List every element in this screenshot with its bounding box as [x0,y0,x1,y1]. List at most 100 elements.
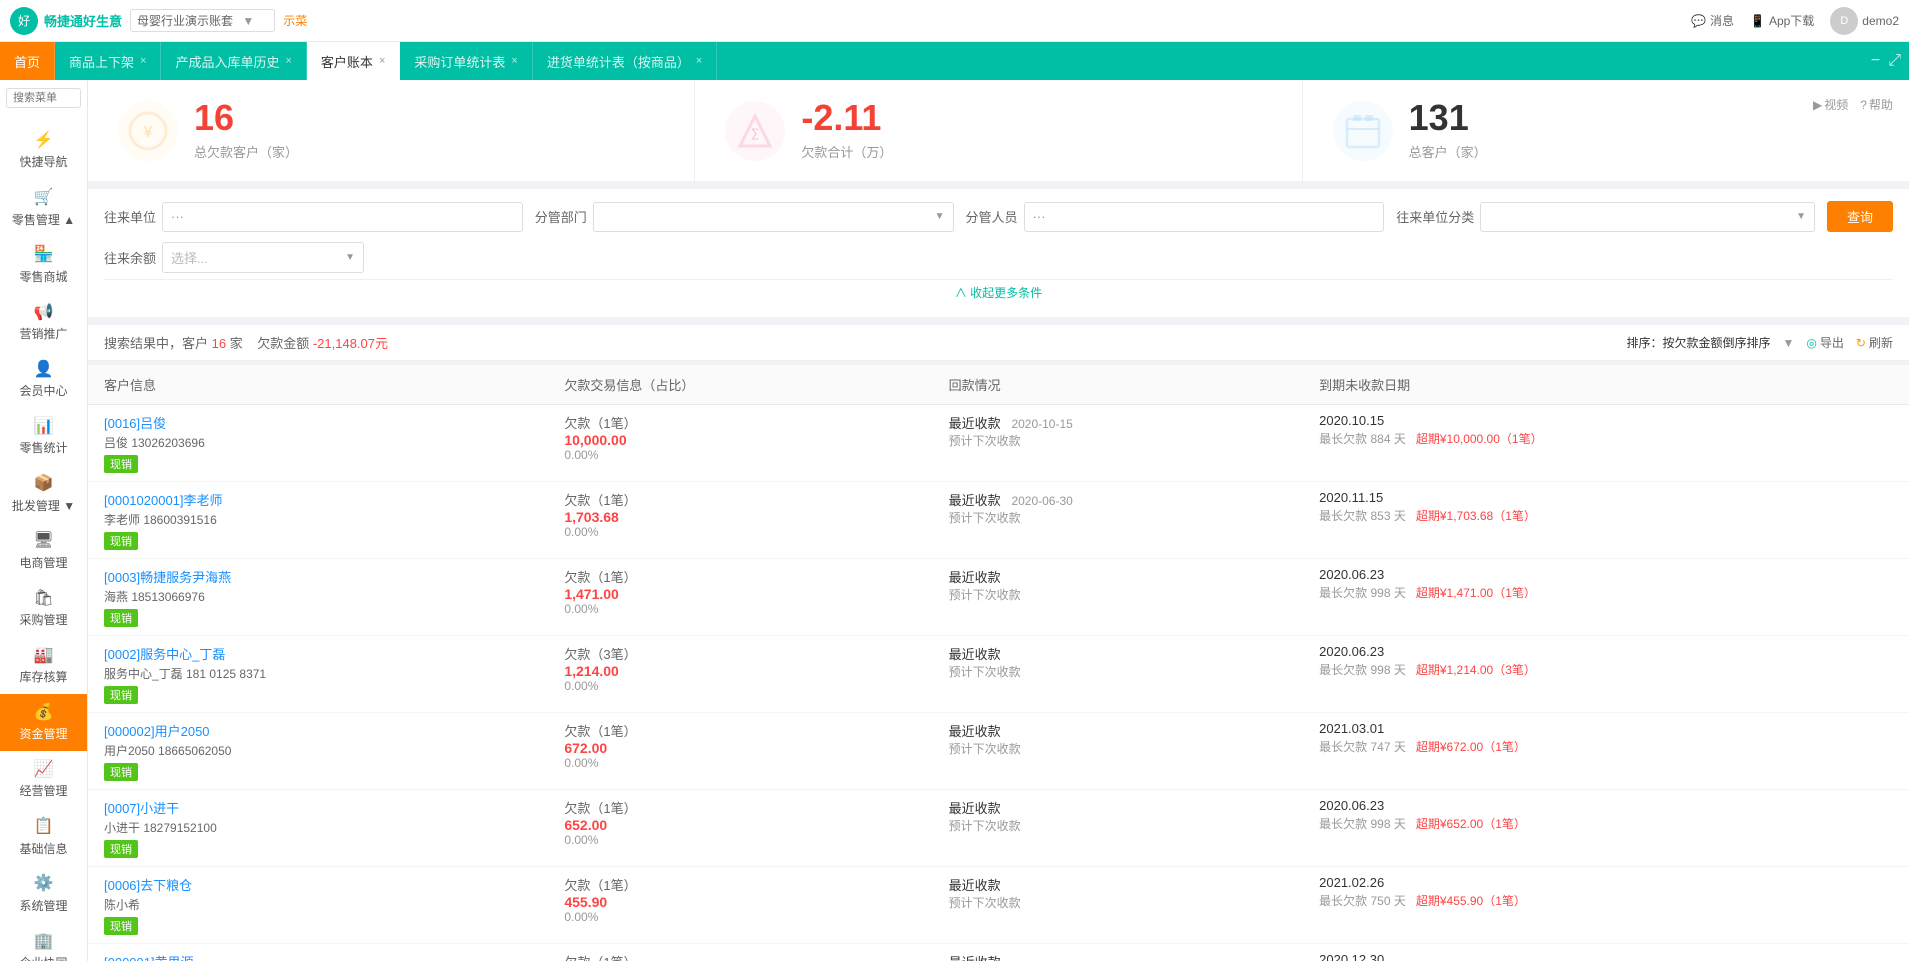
recent-label-5: 最近收款 [949,798,1288,817]
debt-amount-1[interactable]: 1,703.68 [564,509,916,525]
debt-amount-3[interactable]: 1,214.00 [564,663,916,679]
th-debt-info: 欠款交易信息（占比） [548,365,932,405]
customer-name-7[interactable]: [000001]黄思源 [104,952,532,961]
tab-purchase-order[interactable]: 采购订单统计表 × [400,42,532,80]
tab-close-purchase-order[interactable]: × [511,55,517,67]
result-actions: 排序：按欠款金额倒序排序 ▼ ◎ 导出 ↻ 刷新 [1627,334,1893,351]
customer-name-3[interactable]: [0002]服务中心_丁磊 [104,644,532,663]
search-input[interactable] [6,88,81,108]
tab-product-history[interactable]: 产成品入库单历史 × [161,42,306,80]
debt-amount-4[interactable]: 672.00 [564,740,916,756]
member-icon: 👤 [4,359,83,381]
overdue-link-3[interactable]: 超期¥1,214.00（3笔） [1416,663,1536,677]
unit-class-input[interactable]: ▼ [1480,202,1815,232]
stat-label-total: 总客户（家） [1409,142,1889,161]
overdue-link-2[interactable]: 超期¥1,471.00（1笔） [1416,586,1536,600]
sidebar-item-retail-mgmt[interactable]: 🛒 零售管理 ▲ [0,179,87,236]
tab-purchase-stats[interactable]: 进货单统计表（按商品） × [533,42,717,80]
person-input[interactable]: ··· [1024,202,1385,232]
tab-close-product-history[interactable]: × [285,55,291,67]
customer-name-5[interactable]: [0007]小进干 [104,798,532,817]
overdue-link-4[interactable]: 超期¥672.00（1笔） [1416,740,1526,754]
sidebar-item-purchase-mgmt[interactable]: 🛍 采购管理 [0,580,87,637]
main-layout: ⚡ 快捷导航 🛒 零售管理 ▲ 🏪 零售商城 📢 营销推广 👤 会员中心 📊 [0,80,1909,961]
video-btn[interactable]: ▶ 视频 [1813,96,1848,113]
sidebar-item-retail-mall[interactable]: 🏪 零售商城 [0,236,87,293]
balance-input[interactable]: 选择... ▼ [162,242,364,273]
sidebar-item-ecommerce[interactable]: 🖥 电商管理 [0,522,87,579]
marketing-icon: 📢 [4,302,83,324]
debt-count-5: 欠款（1笔） [564,798,916,817]
debt-amount-0[interactable]: 10,000.00 [564,432,916,448]
tab-maximize-icon[interactable]: ⤢ [1888,52,1901,70]
overdue-link-6[interactable]: 超期¥455.90（1笔） [1416,894,1526,908]
debt-amount-6[interactable]: 455.90 [564,894,916,910]
app-download-btn[interactable]: 📱 App下载 [1750,12,1814,29]
sidebar-search [0,80,87,116]
sidebar-item-finance[interactable]: 💰 资金管理 [0,694,87,751]
overdue-link-0[interactable]: 超期¥10,000.00（1笔） [1416,432,1543,446]
refresh-btn[interactable]: ↻ 刷新 [1856,334,1893,351]
recent-label-2: 最近收款 [949,567,1288,586]
sidebar-item-basic-info[interactable]: 📋 基础信息 [0,808,87,865]
sidebar-item-member[interactable]: 👤 会员中心 [0,351,87,408]
overdue-info-5: 最长欠款 998 天 超期¥652.00（1笔） [1319,815,1893,832]
cell-due-2: 2020.06.23 最长欠款 998 天 超期¥1,471.00（1笔） [1303,559,1909,636]
customer-name-1[interactable]: [0001020001]李老师 [104,490,532,509]
due-date-6: 2021.02.26 [1319,875,1893,890]
customer-name-4[interactable]: [000002]用户2050 [104,721,532,740]
due-date-2: 2020.06.23 [1319,567,1893,582]
cell-repayment-7: 最近收款 预计下次收款 [933,944,1304,961]
tab-customer-account[interactable]: 客户账本 × [307,42,400,80]
help-btn[interactable]: ? 帮助 [1860,96,1893,113]
message-btn[interactable]: 💬 消息 [1691,12,1734,29]
cell-customer-5: [0007]小进干 小进干 18279152100 现销 [88,790,548,867]
stat-number-debt: 16 [194,100,674,136]
source-unit-input[interactable]: ··· [162,202,523,232]
sidebar-item-enterprise[interactable]: 🏢 企业协同 [0,923,87,961]
sidebar-item-batch-mgmt[interactable]: 📦 批发管理 ▼ [0,465,87,522]
collapse-icon: ∧ [955,286,967,300]
tab-home[interactable]: 首页 [0,42,55,80]
tab-purchase-order-label: 采购订单统计表 [414,52,505,71]
sidebar-item-marketing[interactable]: 📢 营销推广 [0,294,87,351]
sidebar-item-system[interactable]: ⚙️ 系统管理 [0,865,87,922]
sidebar-item-retail-stats[interactable]: 📊 零售统计 [0,408,87,465]
filter-balance: 往来余额 选择... ▼ [104,242,364,273]
system-icon: ⚙️ [4,873,83,895]
debt-amount-2[interactable]: 1,471.00 [564,586,916,602]
tab-product-off[interactable]: 商品上下架 × [55,42,161,80]
org-selector[interactable]: 母婴行业演示账套 ▼ [130,9,275,32]
due-date-1: 2020.11.15 [1319,490,1893,505]
table-row: [0016]吕俊 吕俊 13026203696 现销 欠款（1笔） 10,000… [88,405,1909,482]
sidebar-item-warehouse[interactable]: 🏭 库存核算 [0,637,87,694]
debt-percent-4: 0.00% [564,756,916,770]
tab-minimize-icon[interactable]: − [1871,52,1880,70]
customer-name-2[interactable]: [0003]畅捷服务尹海燕 [104,567,532,586]
customer-name-0[interactable]: [0016]吕俊 [104,413,532,432]
video-icon: ▶ [1813,98,1822,112]
debt-percent-0: 0.00% [564,448,916,462]
sidebar-item-operation[interactable]: 📈 经营管理 [0,751,87,808]
overdue-link-1[interactable]: 超期¥1,703.68（1笔） [1416,509,1536,523]
sort-label[interactable]: 排序：按欠款金额倒序排序 [1627,334,1771,351]
sidebar-item-quick-nav[interactable]: ⚡ 快捷导航 [0,122,87,179]
tab-customer-account-label: 客户账本 [321,52,373,71]
tab-close-purchase-stats[interactable]: × [696,55,702,67]
customer-name-6[interactable]: [0006]去下粮仓 [104,875,532,894]
dept-input[interactable]: ▼ [593,202,954,232]
nav-toggle[interactable]: 示菜 [283,12,307,29]
export-btn[interactable]: ◎ 导出 [1806,334,1844,351]
debt-count-7: 欠款（1笔） [564,952,916,961]
user-menu[interactable]: D demo2 [1830,7,1899,35]
customer-contact-6: 陈小希 [104,896,532,913]
tab-close-product-off[interactable]: × [140,55,146,67]
overdue-link-5[interactable]: 超期¥652.00（1笔） [1416,817,1526,831]
debt-amount-5[interactable]: 652.00 [564,817,916,833]
th-repayment: 回款情况 [933,365,1304,405]
tab-close-customer-account[interactable]: × [379,55,385,67]
query-button[interactable]: 查询 [1827,201,1893,232]
collapse-btn[interactable]: ∧ 收起更多条件 [104,279,1893,305]
filter-source-unit: 往来单位 ··· [104,202,523,232]
top-bar-left: 好 畅捷通好生意 母婴行业演示账套 ▼ 示菜 [10,7,307,35]
